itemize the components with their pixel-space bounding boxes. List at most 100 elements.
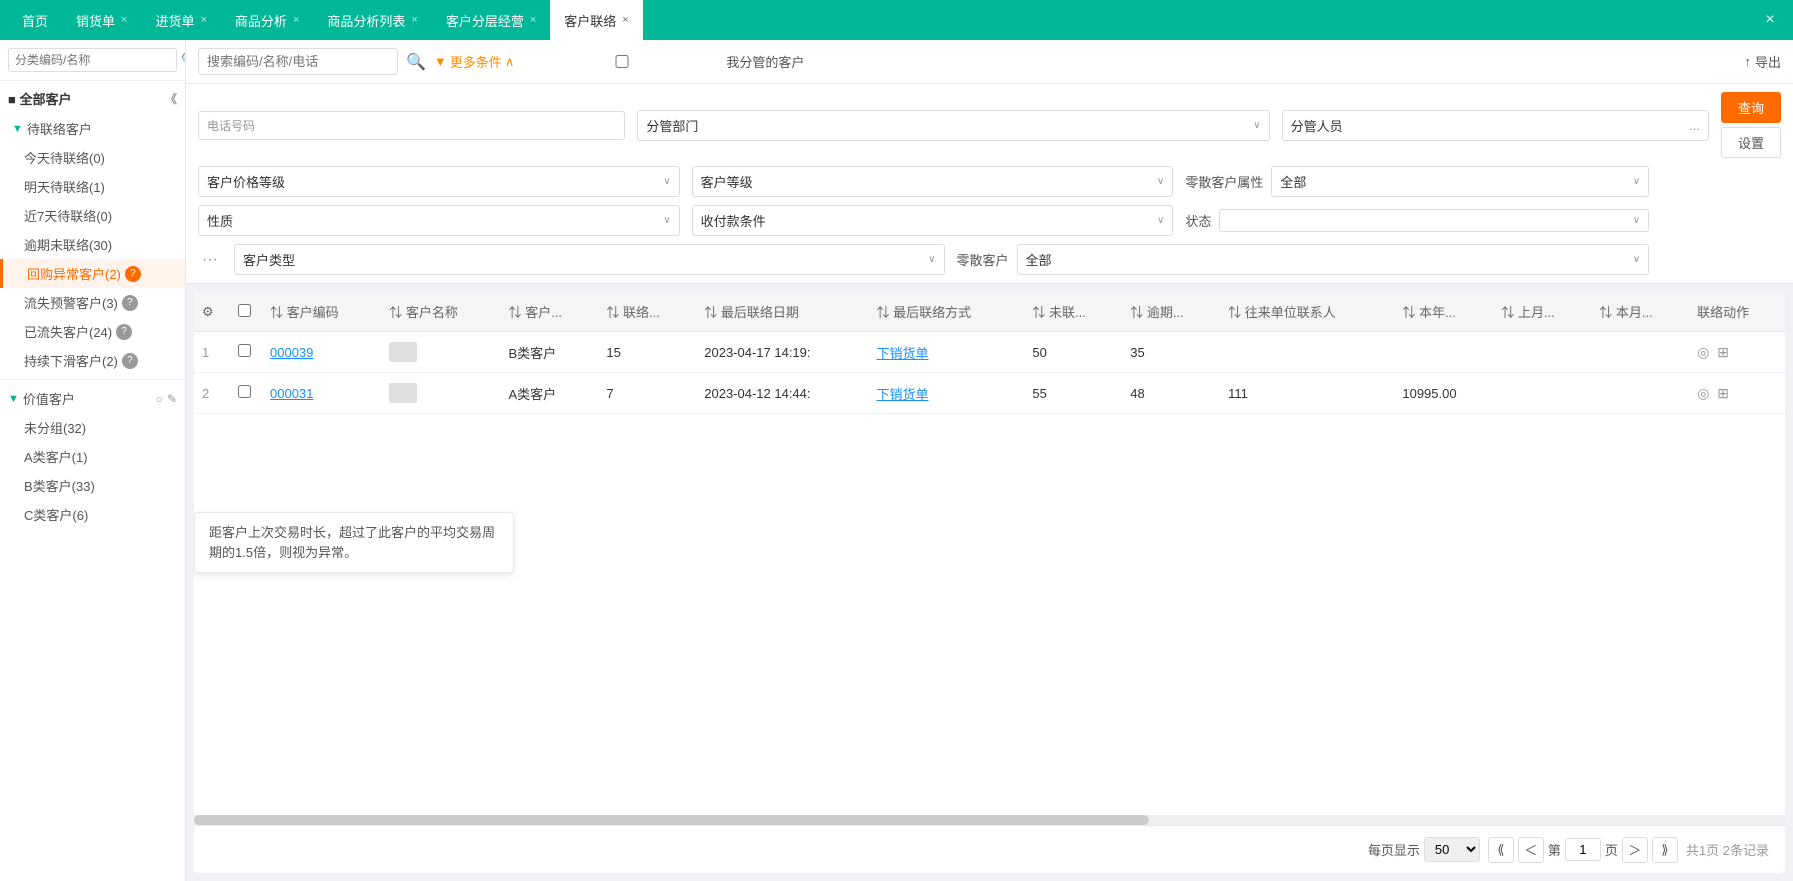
division-arrow-icon: ∨ [1253,120,1260,131]
division-filter[interactable]: 分管部门 ∨ [637,110,1269,141]
th-contact[interactable]: ⇅ 联络... [598,292,696,332]
sidebar-item-lost-pre-customers[interactable]: 流失预警客户(3) ? [0,288,185,317]
my-customers-checkbox-area[interactable]: 我分管的客户 [522,52,804,71]
config-icon[interactable]: ✎ [167,392,177,406]
last-page-button[interactable]: ⟫ [1652,837,1678,863]
sidebar-item-7days-contact[interactable]: 近7天待联络(0) [0,201,185,230]
th-contact-person[interactable]: ⇅ 往来单位联系人 [1220,292,1394,332]
sidebar-item-today-contact[interactable]: 今天待联络(0) [0,143,185,172]
sidebar-item-class-a[interactable]: A类客户(1) [0,442,185,471]
retail-customer-select[interactable]: 全部 ∨ [1017,244,1650,275]
close-product-analysis-list-icon[interactable]: × [411,14,417,26]
th-last-contact-date[interactable]: ⇅ 最后联络日期 [696,292,868,332]
sidebar-collapse-icon[interactable]: 《 [165,90,177,107]
page-navigation: ⟪ ＜ 第 页 ＞ ⟫ [1488,837,1678,863]
nav-sales-order[interactable]: 销货单 × [62,0,141,40]
th-this-month[interactable]: ⇅ 本月... [1591,292,1689,332]
nav-customer-contact[interactable]: 客户联络 × [550,0,642,40]
row-contact-count-2: 7 [598,373,696,414]
th-type[interactable]: ⇅ 客户... [501,292,599,332]
arrow-value-icon: ▼ [8,393,19,405]
th-overdue[interactable]: ⇅ 逾期... [1122,292,1220,332]
table-header-row: ⚙ ⇅ 客户编码 ⇅ 客户名称 [194,292,1785,332]
sidebar-group-value-customers[interactable]: ▼ 价值客户 ○ ✎ [0,384,185,413]
close-product-analysis-icon[interactable]: × [293,14,299,26]
nav-customer-segmentation[interactable]: 客户分层经营 × [432,0,550,40]
customer-type-filter[interactable]: 客户类型 ∨ [234,244,945,275]
row-code-2[interactable]: 000031 [262,373,381,414]
scrollbar-thumb[interactable] [194,815,1149,825]
row-last-contact-method-1[interactable]: 下销货单 [869,332,1025,373]
close-purchase-order-icon[interactable]: × [200,14,206,26]
next-page-button[interactable]: ＞ [1622,837,1648,863]
th-not-contact[interactable]: ⇅ 未联... [1024,292,1122,332]
th-code[interactable]: ⇅ 客户编码 [262,292,381,332]
sidebar-search-input[interactable] [8,48,177,72]
continuous-decline-badge: ? [122,353,138,369]
division-person-filter[interactable]: 分管人员 ... [1282,110,1709,141]
sidebar-item-tomorrow-contact[interactable]: 明天待联络(1) [0,172,185,201]
sidebar-item-class-c[interactable]: C类客户(6) [0,500,185,529]
page-size-select[interactable]: 50 20 100 [1424,837,1480,862]
th-this-year[interactable]: ⇅ 本年... [1394,292,1493,332]
retail-attr-filter: 零散客户属性 全部 ∨ [1185,166,1649,197]
customer-level-filter[interactable]: 客户等级 ∨ [692,166,1174,197]
gender-arrow-icon: ∨ [663,215,670,226]
nav-purchase-order[interactable]: 进货单 × [141,0,220,40]
search-input[interactable] [198,48,398,75]
row-name-2[interactable] [381,373,500,414]
th-name[interactable]: ⇅ 客户名称 [381,292,500,332]
sidebar-item-lost-customers[interactable]: 已流失客户(24) ? [0,317,185,346]
nav-product-analysis-list[interactable]: 商品分析列表 × [313,0,431,40]
export-button[interactable]: ↑ 导出 [1744,52,1781,71]
row-last-contact-method-2[interactable]: 下销货单 [869,373,1025,414]
more-action-icon-1[interactable]: ⊞ [1717,344,1729,361]
horizontal-scrollbar[interactable] [194,815,1785,825]
nav-home[interactable]: 首页 [8,0,62,40]
sort-date-icon: ⇅ [704,305,717,320]
settings-icon[interactable]: ⚙ [202,304,214,319]
close-sales-order-icon[interactable]: × [121,14,127,26]
phone-filter[interactable]: 电话号码 [198,111,625,140]
sidebar-item-repeat-purchase-abnormal[interactable]: 回购异常客户(2) ? [0,259,185,288]
filter-bar: 🔍 ▼ 更多条件 ∧ 我分管的客户 ↑ 导出 [186,40,1793,84]
row-code-1[interactable]: 000039 [262,332,381,373]
sidebar-item-continuous-decline[interactable]: 持续下滑客户(2) ? [0,346,185,375]
table-row: 1 000039 B类客户 15 2 [194,332,1785,373]
select-all-checkbox[interactable] [238,304,251,317]
status-select[interactable]: ∨ [1219,209,1649,232]
row-2-checkbox[interactable] [238,385,251,398]
settings-button[interactable]: 设置 [1721,127,1781,158]
retail-attr-select[interactable]: 全部 ∨ [1271,166,1649,197]
sidebar-item-ungrouped[interactable]: 未分组(32) [0,413,185,442]
gender-filter[interactable]: 性质 ∨ [198,205,680,236]
th-last-contact-method[interactable]: ⇅ 最后联络方式 [869,292,1025,332]
prev-page-button[interactable]: ＜ [1518,837,1544,863]
th-settings[interactable]: ⚙ [194,292,230,332]
sidebar-item-class-b[interactable]: B类客户(33) [0,471,185,500]
row-name-1[interactable] [381,332,500,373]
close-customer-segmentation-icon[interactable]: × [530,14,536,26]
close-customer-contact-icon[interactable]: × [622,14,628,26]
row-1-checkbox[interactable] [238,344,251,357]
query-button[interactable]: 查询 [1721,92,1781,123]
my-customers-checkbox[interactable] [522,55,722,68]
filter-more-dots[interactable]: ··· [198,251,222,269]
payment-terms-filter[interactable]: 收付款条件 ∨ [692,205,1174,236]
row-checkbox-1[interactable] [230,332,262,373]
more-conditions-button[interactable]: ▼ 更多条件 ∧ [434,52,514,71]
contact-action-icon-2[interactable]: ◎ [1697,385,1709,402]
page-number-input[interactable] [1565,838,1601,861]
row-checkbox-2[interactable] [230,373,262,414]
contact-action-icon-1[interactable]: ◎ [1697,344,1709,361]
sidebar-group-waiting-contact[interactable]: ▼ 待联络客户 [0,114,185,143]
nav-product-analysis[interactable]: 商品分析 × [221,0,313,40]
price-level-filter[interactable]: 客户价格等级 ∨ [198,166,680,197]
edit-icon[interactable]: ○ [156,392,163,406]
search-button[interactable]: 🔍 [406,52,426,72]
window-close-button[interactable]: × [1755,5,1785,35]
first-page-button[interactable]: ⟪ [1488,837,1514,863]
th-last-month[interactable]: ⇅ 上月... [1493,292,1591,332]
sidebar-item-overdue-contact[interactable]: 逾期未联络(30) [0,230,185,259]
more-action-icon-2[interactable]: ⊞ [1717,385,1729,402]
